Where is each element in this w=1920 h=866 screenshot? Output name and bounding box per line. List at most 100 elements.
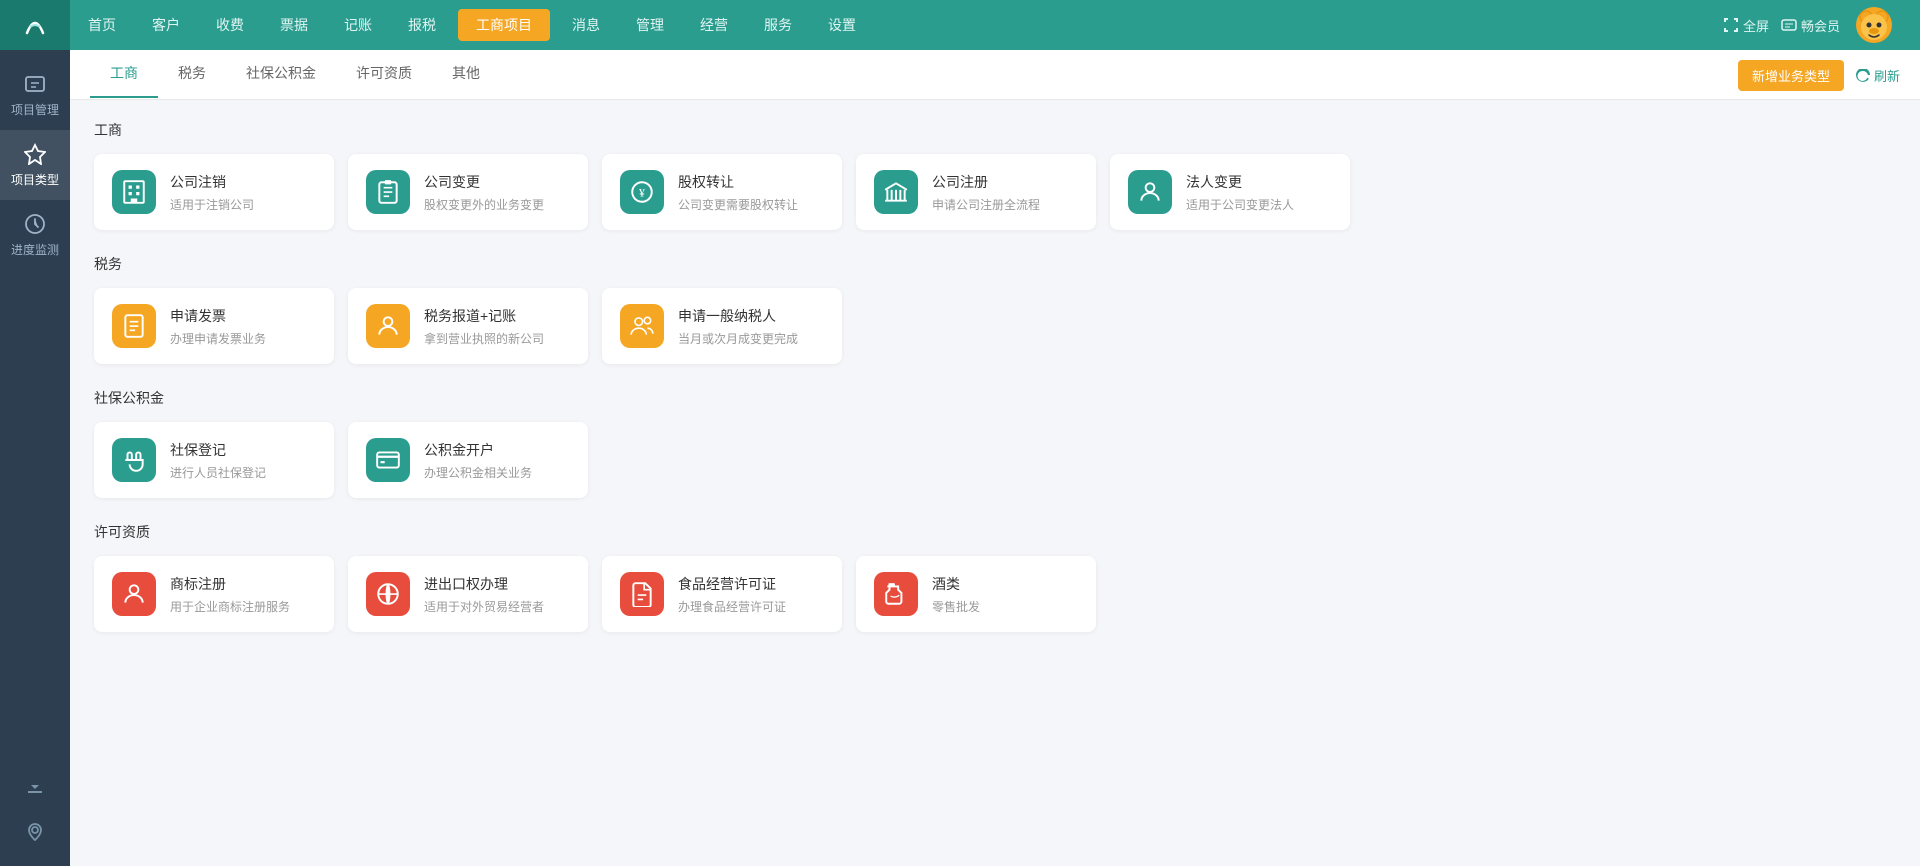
member-label: 畅会员	[1801, 16, 1840, 35]
nav-item-报税[interactable]: 报税	[390, 0, 454, 50]
card-text: 食品经营许可证办理食品经营许可证	[678, 574, 824, 615]
card-icon	[112, 170, 156, 214]
card-desc: 进行人员社保登记	[170, 464, 316, 481]
sidebar-label: 进度监测	[11, 241, 59, 258]
card-title: 酒类	[932, 574, 1078, 594]
nav-item-管理[interactable]: 管理	[618, 0, 682, 50]
content-area: 工商税务社保公积金许可资质其他 新增业务类型 刷新 工商公司注销适用于注销公司公…	[70, 50, 1920, 866]
card-icon	[366, 572, 410, 616]
card-desc: 申请公司注册全流程	[932, 196, 1078, 213]
card-text: 公司注册申请公司注册全流程	[932, 172, 1078, 213]
card-desc: 零售批发	[932, 598, 1078, 615]
card-icon	[874, 572, 918, 616]
card-icon	[112, 438, 156, 482]
card-text: 税务报道+记账拿到营业执照的新公司	[424, 306, 570, 347]
card-desc: 办理食品经营许可证	[678, 598, 824, 615]
card-text: 酒类零售批发	[932, 574, 1078, 615]
section-社保公积金: 社保公积金社保登记进行人员社保登记 公积金开户办理公积金相关业务	[94, 388, 1896, 498]
card-icon	[112, 304, 156, 348]
cards-grid: 商标注册用于企业商标注册服务 进出口权办理适用于对外贸易经营者 食品经营许可证办理食…	[94, 556, 1896, 632]
location-icon[interactable]	[17, 814, 53, 850]
card-食品经营许可证[interactable]: 食品经营许可证办理食品经营许可证	[602, 556, 842, 632]
nav-item-记账[interactable]: 记账	[326, 0, 390, 50]
card-text: 社保登记进行人员社保登记	[170, 440, 316, 481]
card-公司变更[interactable]: 公司变更股权变更外的业务变更	[348, 154, 588, 230]
logo	[0, 0, 70, 50]
tab-税务[interactable]: 税务	[158, 50, 226, 98]
sidebar-label: 项目类型	[11, 171, 59, 188]
card-申请一般纳税人[interactable]: 申请一般纳税人当月或次月成变更完成	[602, 288, 842, 364]
card-法人变更[interactable]: 法人变更适用于公司变更法人	[1110, 154, 1350, 230]
cards-grid: 申请发票办理申请发票业务 税务报道+记账拿到营业执照的新公司 申请一般纳税人当月或次…	[94, 288, 1896, 364]
tab-社保公积金[interactable]: 社保公积金	[226, 50, 336, 98]
card-title: 商标注册	[170, 574, 316, 594]
sidebar-item-项目管理[interactable]: 项目管理	[0, 60, 70, 130]
tab-工商[interactable]: 工商	[90, 50, 158, 98]
new-type-button[interactable]: 新增业务类型	[1738, 60, 1844, 91]
nav-item-消息[interactable]: 消息	[554, 0, 618, 50]
nav-item-首页[interactable]: 首页	[70, 0, 134, 50]
card-公司注销[interactable]: 公司注销适用于注销公司	[94, 154, 334, 230]
nav-item-收费[interactable]: 收费	[198, 0, 262, 50]
fullscreen-button[interactable]: 全屏	[1723, 16, 1769, 35]
card-社保登记[interactable]: 社保登记进行人员社保登记	[94, 422, 334, 498]
download-icon[interactable]	[17, 768, 53, 804]
card-公司注册[interactable]: 公司注册申请公司注册全流程	[856, 154, 1096, 230]
card-text: 公积金开户办理公积金相关业务	[424, 440, 570, 481]
card-icon	[112, 572, 156, 616]
tab-bar: 工商税务社保公积金许可资质其他 新增业务类型 刷新	[70, 50, 1920, 100]
card-text: 法人变更适用于公司变更法人	[1186, 172, 1332, 213]
main-layout: 项目管理项目类型进度监测 工商税务社保公积金许可资质其他 新增业务类型	[0, 50, 1920, 866]
nav-item-票据[interactable]: 票据	[262, 0, 326, 50]
card-title: 股权转让	[678, 172, 824, 192]
nav-item-工商项目[interactable]: 工商项目	[458, 9, 550, 41]
card-进出口权办理[interactable]: 进出口权办理适用于对外贸易经营者	[348, 556, 588, 632]
card-desc: 股权变更外的业务变更	[424, 196, 570, 213]
card-股权转让[interactable]: ¥股权转让公司变更需要股权转让	[602, 154, 842, 230]
card-title: 公积金开户	[424, 440, 570, 460]
card-税务报道+记账[interactable]: 税务报道+记账拿到营业执照的新公司	[348, 288, 588, 364]
section-税务: 税务申请发票办理申请发票业务 税务报道+记账拿到营业执照的新公司 申请一般纳税人当月…	[94, 254, 1896, 364]
card-title: 申请一般纳税人	[678, 306, 824, 326]
nav-item-服务[interactable]: 服务	[746, 0, 810, 50]
nav-right: 全屏 畅会员	[1723, 3, 1904, 47]
card-icon	[874, 170, 918, 214]
card-商标注册[interactable]: 商标注册用于企业商标注册服务	[94, 556, 334, 632]
card-酒类[interactable]: 酒类零售批发	[856, 556, 1096, 632]
nav-item-设置[interactable]: 设置	[810, 0, 874, 50]
card-desc: 办理申请发票业务	[170, 330, 316, 347]
sidebar-item-进度监测[interactable]: 进度监测	[0, 200, 70, 270]
card-desc: 公司变更需要股权转让	[678, 196, 824, 213]
card-desc: 用于企业商标注册服务	[170, 598, 316, 615]
card-text: 进出口权办理适用于对外贸易经营者	[424, 574, 570, 615]
sidebar-item-项目类型[interactable]: 项目类型	[0, 130, 70, 200]
nav-item-经营[interactable]: 经营	[682, 0, 746, 50]
card-申请发票[interactable]: 申请发票办理申请发票业务	[94, 288, 334, 364]
refresh-button[interactable]: 刷新	[1856, 66, 1900, 85]
card-icon	[366, 438, 410, 482]
section-title: 税务	[94, 254, 1896, 274]
tab-许可资质[interactable]: 许可资质	[336, 50, 432, 98]
section-title: 工商	[94, 120, 1896, 140]
card-text: 股权转让公司变更需要股权转让	[678, 172, 824, 213]
sidebar: 项目管理项目类型进度监测	[0, 50, 70, 866]
card-desc: 当月或次月成变更完成	[678, 330, 824, 347]
card-title: 公司注销	[170, 172, 316, 192]
card-title: 法人变更	[1186, 172, 1332, 192]
scroll-area[interactable]: 工商公司注销适用于注销公司公司变更股权变更外的业务变更¥股权转让公司变更需要股权…	[70, 100, 1920, 866]
cards-grid: 公司注销适用于注销公司公司变更股权变更外的业务变更¥股权转让公司变更需要股权转让…	[94, 154, 1896, 230]
card-desc: 办理公积金相关业务	[424, 464, 570, 481]
member-button[interactable]: 畅会员	[1781, 16, 1840, 35]
card-title: 公司变更	[424, 172, 570, 192]
mascot-icon	[1852, 3, 1896, 47]
card-desc: 适用于注销公司	[170, 196, 316, 213]
refresh-label: 刷新	[1874, 66, 1900, 85]
card-icon	[1128, 170, 1172, 214]
tab-其他[interactable]: 其他	[432, 50, 500, 98]
section-title: 社保公积金	[94, 388, 1896, 408]
card-公积金开户[interactable]: 公积金开户办理公积金相关业务	[348, 422, 588, 498]
nav-item-客户[interactable]: 客户	[134, 0, 198, 50]
card-text: 申请一般纳税人当月或次月成变更完成	[678, 306, 824, 347]
top-nav: 首页客户收费票据记账报税工商项目消息管理经营服务设置 全屏 畅会员	[0, 0, 1920, 50]
card-icon	[620, 572, 664, 616]
